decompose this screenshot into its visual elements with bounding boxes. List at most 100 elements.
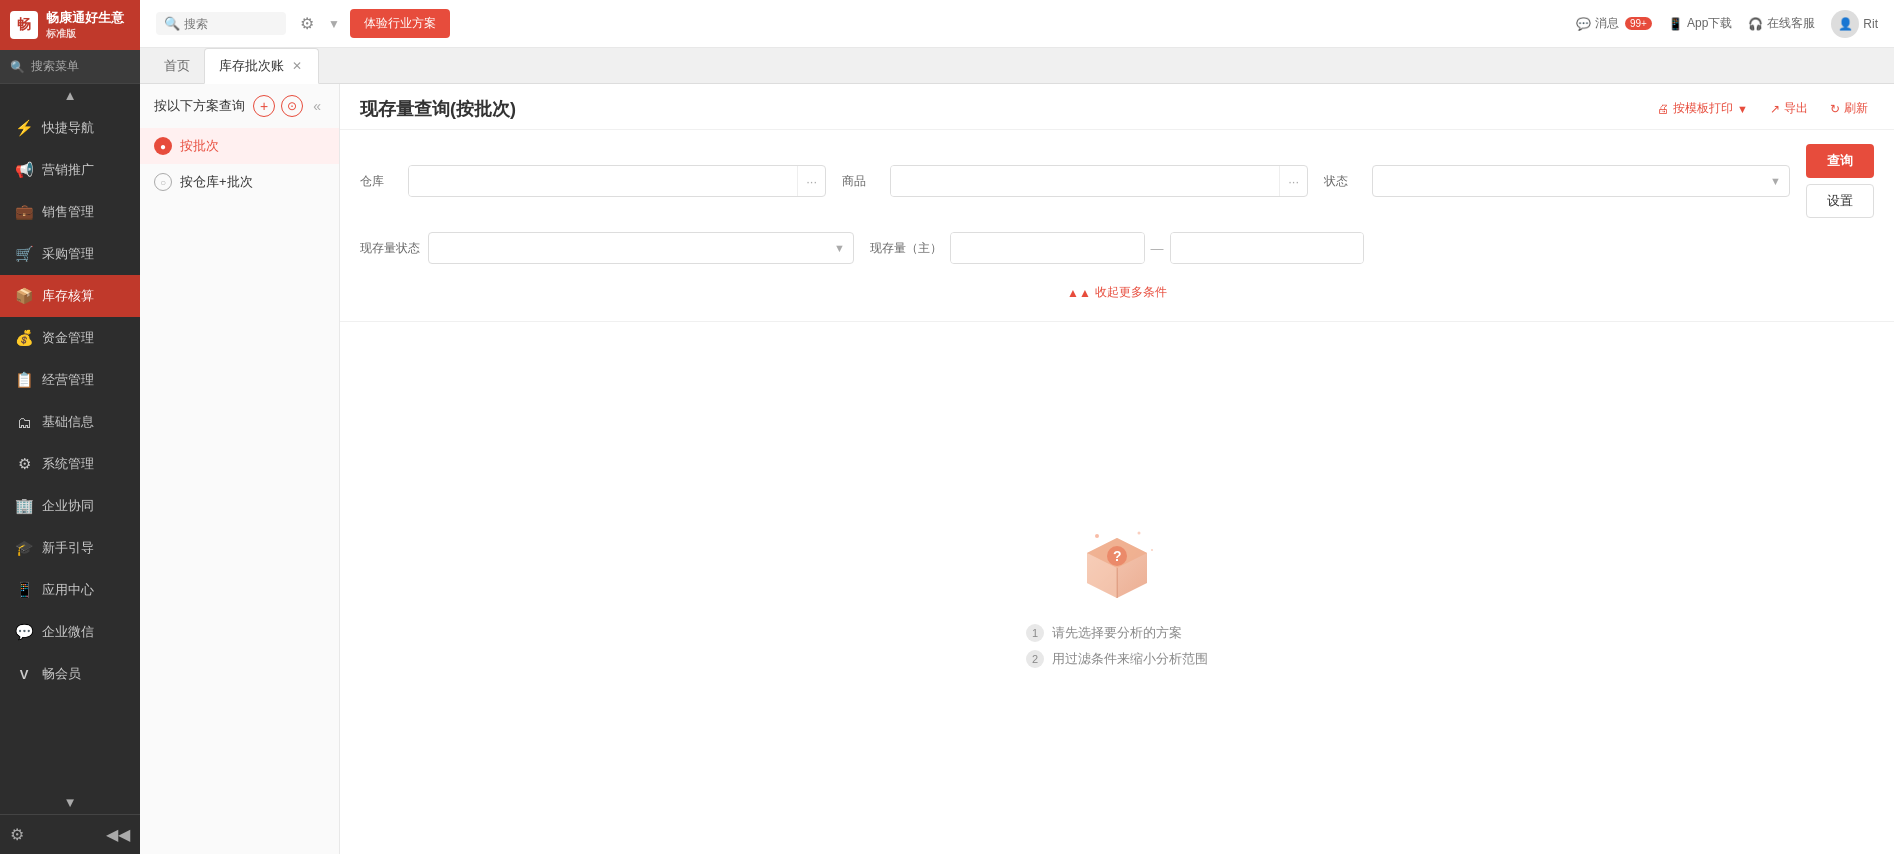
sidebar-item-membership[interactable]: V 畅会员 [0, 653, 140, 695]
enterprise-wechat-icon: 💬 [14, 622, 34, 642]
inventory-qty-max-input[interactable] [1171, 233, 1364, 263]
sidebar-search[interactable]: 🔍 搜索菜单 [0, 50, 140, 84]
tab-close-button[interactable]: ✕ [290, 59, 304, 73]
topbar-search-input[interactable] [184, 17, 264, 31]
warehouse-input[interactable] [409, 166, 797, 196]
sidebar-item-enterprise[interactable]: 🏢 企业协同 [0, 485, 140, 527]
sidebar-item-enterprise-wechat[interactable]: 💬 企业微信 [0, 611, 140, 653]
operations-icon: 📋 [14, 370, 34, 390]
sidebar-item-finance[interactable]: 💰 资金管理 [0, 317, 140, 359]
product-more-icon[interactable]: ··· [1279, 166, 1307, 196]
status-select[interactable]: ▼ [1372, 165, 1790, 197]
empty-tip-2: 2 用过滤条件来缩小分析范围 [1026, 650, 1208, 668]
sidebar-label-purchase: 采购管理 [42, 245, 94, 263]
sidebar-label-quick-nav: 快捷导航 [42, 119, 94, 137]
company-info: 畅康通好生意 标准版 [46, 9, 124, 41]
scheme-warehouse-batch-icon: ○ [154, 173, 172, 191]
search-label: 搜索菜单 [31, 58, 79, 75]
online-service-action[interactable]: 🎧 在线客服 [1748, 15, 1815, 32]
product-input-wrap: ··· [890, 165, 1308, 197]
collapse-more-button[interactable]: ▲▲ 收起更多条件 [360, 278, 1874, 307]
company-name: 畅康通好生意 [46, 9, 124, 27]
sidebar-item-purchase[interactable]: 🛒 采购管理 [0, 233, 140, 275]
print-dropdown-icon[interactable]: ▼ [1737, 103, 1748, 115]
export-button[interactable]: ↗ 导出 [1764, 96, 1814, 121]
scheme-item-warehouse-batch[interactable]: ○ 按仓库+批次 [140, 164, 339, 200]
user-name: Rit [1863, 17, 1878, 31]
sidebar-label-sales: 销售管理 [42, 203, 94, 221]
system-icon: ⚙ [14, 454, 34, 474]
empty-illustration: ? [1067, 508, 1167, 608]
sidebar-item-basic[interactable]: 🗂 基础信息 [0, 401, 140, 443]
enterprise-icon: 🏢 [14, 496, 34, 516]
newbie-icon: 🎓 [14, 538, 34, 558]
panel-collapse-icon[interactable]: « [309, 94, 325, 118]
sidebar-item-system[interactable]: ⚙ 系统管理 [0, 443, 140, 485]
trial-button[interactable]: 体验行业方案 [350, 9, 450, 38]
scroll-down-button[interactable]: ▼ [0, 791, 140, 814]
refresh-icon: ↻ [1830, 102, 1840, 116]
topbar-dropdown-icon[interactable]: ▼ [328, 17, 340, 31]
topbar-search-icon: 🔍 [164, 16, 180, 31]
svg-point-8 [1151, 549, 1153, 551]
sidebar-label-newbie: 新手引导 [42, 539, 94, 557]
collapse-sidebar-icon[interactable]: ◀◀ [106, 825, 130, 844]
tab-inventory-batch[interactable]: 库存批次账 ✕ [204, 48, 319, 84]
page-title: 现存量查询(按批次) [360, 97, 516, 121]
app-logo: 畅 [10, 11, 38, 39]
sidebar-label-enterprise: 企业协同 [42, 497, 94, 515]
sidebar-label-system: 系统管理 [42, 455, 94, 473]
topbar-gear-icon[interactable]: ⚙ [296, 10, 318, 37]
status-filter: 状态 ▼ [1324, 165, 1790, 197]
add-scheme-button[interactable]: + [253, 95, 275, 117]
tab-home[interactable]: 首页 [150, 49, 204, 83]
messages-label: 消息 [1595, 15, 1619, 32]
sidebar-item-operations[interactable]: 📋 经营管理 [0, 359, 140, 401]
topbar: 🔍 ⚙ ▼ 体验行业方案 💬 消息 99+ 📱 App下载 🎧 在线客服 � [140, 0, 1894, 48]
sidebar-item-marketing[interactable]: 📢 营销推广 [0, 149, 140, 191]
app-center-icon: 📱 [14, 580, 34, 600]
inventory-qty-min-input[interactable] [951, 233, 1144, 263]
sidebar-item-app-center[interactable]: 📱 应用中心 [0, 569, 140, 611]
messages-action[interactable]: 💬 消息 99+ [1576, 15, 1652, 32]
empty-state: ? 1 请先选择要分析的方案 2 用过滤条件来缩小分析范围 [340, 322, 1894, 854]
refresh-label: 刷新 [1844, 100, 1868, 117]
sidebar: 畅 畅康通好生意 标准版 🔍 搜索菜单 ▲ ⚡ 快捷导航 📢 营销推广 💼 销售… [0, 0, 140, 854]
basic-icon: 🗂 [14, 412, 34, 432]
settings-button[interactable]: 设置 [1806, 184, 1874, 218]
messages-icon: 💬 [1576, 17, 1591, 31]
product-input[interactable] [891, 166, 1279, 196]
app-download-label: App下载 [1687, 15, 1732, 32]
warehouse-more-icon[interactable]: ··· [797, 166, 825, 196]
sidebar-item-newbie[interactable]: 🎓 新手引导 [0, 527, 140, 569]
sidebar-item-quick-nav[interactable]: ⚡ 快捷导航 [0, 107, 140, 149]
app-download-action[interactable]: 📱 App下载 [1668, 15, 1732, 32]
inventory-status-select[interactable]: ▼ [428, 232, 854, 264]
right-panel: 现存量查询(按批次) 🖨 按模板打印 ▼ ↗ 导出 ↻ 刷新 [340, 84, 1894, 854]
user-avatar-action[interactable]: 👤 Rit [1831, 10, 1878, 38]
settings-icon[interactable]: ⚙ [10, 825, 24, 844]
query-button[interactable]: 查询 [1806, 144, 1874, 178]
left-panel-actions: + ⊙ « [253, 94, 325, 118]
sidebar-item-sales[interactable]: 💼 销售管理 [0, 191, 140, 233]
scheme-item-batch[interactable]: ● 按批次 [140, 128, 339, 164]
topbar-actions: 💬 消息 99+ 📱 App下载 🎧 在线客服 👤 Rit [1576, 10, 1878, 38]
print-template-button[interactable]: 🖨 按模板打印 ▼ [1651, 96, 1754, 121]
sidebar-footer: ⚙ ◀◀ [0, 814, 140, 854]
sales-icon: 💼 [14, 202, 34, 222]
collapse-label: 收起更多条件 [1095, 284, 1167, 301]
finance-icon: 💰 [14, 328, 34, 348]
inventory-status-dropdown-icon: ▼ [834, 242, 845, 254]
status-label: 状态 [1324, 173, 1364, 190]
membership-icon: V [14, 664, 34, 684]
scroll-up-button[interactable]: ▲ [0, 84, 140, 107]
app-download-icon: 📱 [1668, 17, 1683, 31]
inventory-qty-filter: 现存量（主） — [870, 232, 1364, 264]
sidebar-label-marketing: 营销推广 [42, 161, 94, 179]
sidebar-item-inventory[interactable]: 📦 库存核算 [0, 275, 140, 317]
scheme-settings-button[interactable]: ⊙ [281, 95, 303, 117]
inventory-status-label: 现存量状态 [360, 240, 420, 257]
edition-label: 标准版 [46, 27, 124, 41]
refresh-button[interactable]: ↻ 刷新 [1824, 96, 1874, 121]
inventory-qty-max-wrap [1170, 232, 1365, 264]
